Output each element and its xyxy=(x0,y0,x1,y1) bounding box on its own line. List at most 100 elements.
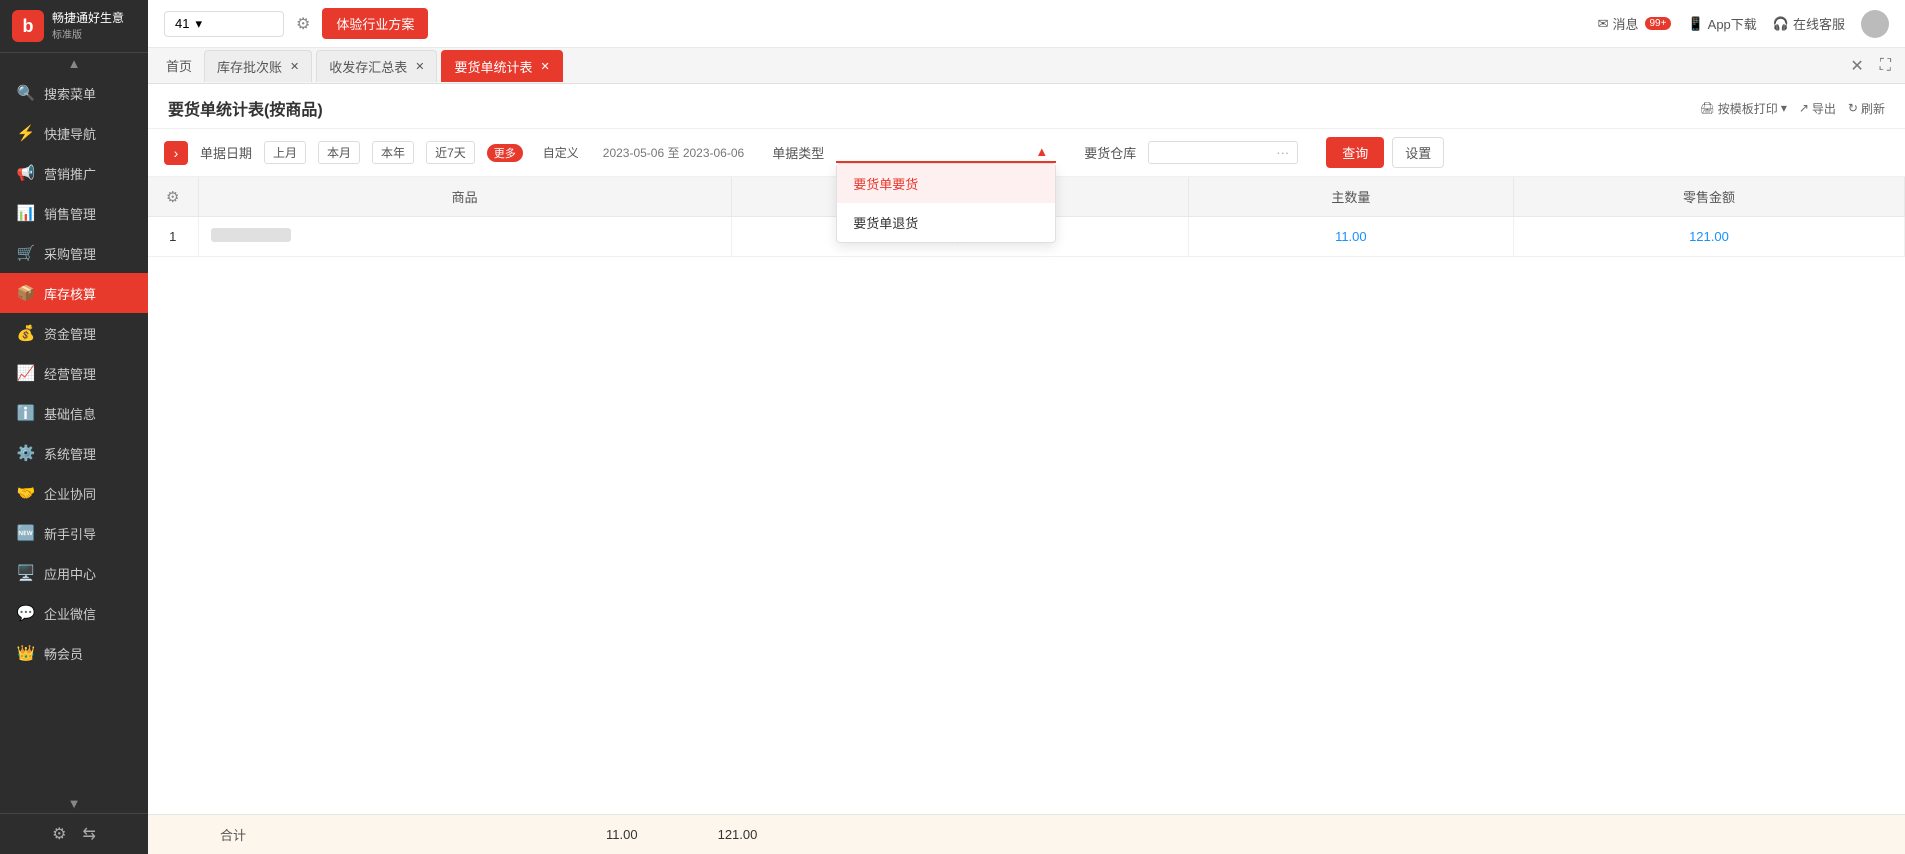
type-select-box[interactable]: ▲ xyxy=(836,142,1056,163)
tab-home[interactable]: 首页 xyxy=(158,50,200,81)
table-gear-icon[interactable]: ⚙ xyxy=(166,189,179,206)
action-bar: 查询 设置 xyxy=(1326,137,1444,168)
nav-icon-13: 💬 xyxy=(16,603,36,623)
topbar-right: ✉ 消息 99+ 📱 App下载 🎧 在线客服 xyxy=(1598,10,1889,38)
nav-icon-12: 🖥️ xyxy=(16,563,36,583)
sidebar-item-5[interactable]: 📦 库存核算 xyxy=(0,273,148,313)
date-range-display: 2023-05-06 至 2023-06-06 xyxy=(603,144,744,161)
collapse-btn[interactable]: ⇆ xyxy=(74,820,103,848)
th-qty: 主数量 xyxy=(1188,177,1513,217)
sidebar: b 畅捷通好生意 标准版 ▲ 🔍 搜索菜单 ⚡ 快捷导航 📢 营销推广 📊 销售… xyxy=(0,0,148,854)
type-select-wrapper: ▲ 要货单要货 要货单退货 xyxy=(836,142,1056,163)
sidebar-item-9[interactable]: ⚙️ 系统管理 xyxy=(0,433,148,473)
warehouse-label: 要货仓库 xyxy=(1084,143,1136,162)
nav-label-3: 销售管理 xyxy=(44,204,96,223)
tabbar: 首页库存批次账✕收发存汇总表✕ 要货单统计表 ✕ ✕ ⛶ xyxy=(148,48,1905,84)
sidebar-item-7[interactable]: 📈 经营管理 xyxy=(0,353,148,393)
content-area: 要货单统计表(按商品) 🖨 按模板打印 ▾ ↗ 导出 ↻ 刷新 › xyxy=(148,84,1905,854)
query-btn[interactable]: 查询 xyxy=(1326,137,1384,168)
sidebar-item-11[interactable]: 🆕 新手引导 xyxy=(0,513,148,553)
nav-label-10: 企业协同 xyxy=(44,484,96,503)
nav-icon-2: 📢 xyxy=(16,163,36,183)
sidebar-item-1[interactable]: ⚡ 快捷导航 xyxy=(0,113,148,153)
sidebar-item-10[interactable]: 🤝 企业协同 xyxy=(0,473,148,513)
tab-3[interactable]: 要货单统计表 ✕ xyxy=(441,50,562,82)
window-controls: ✕ ⛶ xyxy=(1846,56,1895,76)
type-dropdown: 要货单要货 要货单退货 xyxy=(836,163,1056,243)
sidebar-item-0[interactable]: 🔍 搜索菜单 xyxy=(0,73,148,113)
date-this-year-btn[interactable]: 本年 xyxy=(372,141,414,164)
headset-icon: 🎧 xyxy=(1773,16,1789,32)
refresh-btn[interactable]: ↻ 刷新 xyxy=(1848,100,1885,117)
settings-icon[interactable]: ⚙ xyxy=(44,820,74,848)
export-btn[interactable]: ↗ 导出 xyxy=(1799,100,1836,117)
cell-amount-0: 121.00 xyxy=(1513,217,1904,257)
settings-topbar-icon[interactable]: ⚙ xyxy=(296,14,310,34)
tab-2[interactable]: 收发存汇总表✕ xyxy=(316,50,437,82)
main-area: 41 ▾ ⚙ 体验行业方案 ✉ 消息 99+ 📱 App下载 🎧 在线客服 xyxy=(148,0,1905,854)
nav-label-14: 畅会员 xyxy=(44,644,83,663)
logo-sub: 标准版 xyxy=(52,26,124,41)
export-icon: ↗ xyxy=(1799,101,1809,115)
message-icon: ✉ xyxy=(1598,16,1609,32)
message-btn[interactable]: ✉ 消息 99+ xyxy=(1598,14,1672,33)
avatar[interactable] xyxy=(1861,10,1889,38)
nav-label-8: 基础信息 xyxy=(44,404,96,423)
filter-expand-btn[interactable]: › xyxy=(164,141,188,165)
tab-close-2[interactable]: ✕ xyxy=(415,60,424,73)
sidebar-item-3[interactable]: 📊 销售管理 xyxy=(0,193,148,233)
date-upper-btn[interactable]: 上月 xyxy=(264,141,306,164)
sidebar-scroll-up[interactable]: ▲ xyxy=(0,53,148,73)
nav-icon-9: ⚙️ xyxy=(16,443,36,463)
date-more-btn[interactable]: 更多 xyxy=(487,144,523,162)
print-btn[interactable]: 🖨 按模板打印 ▾ xyxy=(1700,100,1787,117)
cell-index-0: 1 xyxy=(148,217,198,257)
sidebar-nav: 🔍 搜索菜单 ⚡ 快捷导航 📢 营销推广 📊 销售管理 🛒 采购管理 📦 库存核… xyxy=(0,73,148,793)
nav-label-2: 营销推广 xyxy=(44,164,96,183)
nav-icon-5: 📦 xyxy=(16,283,36,303)
print-icon: 🖨 xyxy=(1700,101,1715,115)
nav-label-12: 应用中心 xyxy=(44,564,96,583)
dropdown-item-1[interactable]: 要货单退货 xyxy=(837,203,1055,242)
tab-label-3: 要货单统计表 xyxy=(454,57,532,76)
type-select-arrow: ▲ xyxy=(1035,144,1048,159)
tab-close-1[interactable]: ✕ xyxy=(290,60,299,73)
sidebar-item-14[interactable]: 👑 畅会员 xyxy=(0,633,148,673)
date-last7-btn[interactable]: 近7天 xyxy=(426,141,475,164)
tab-1[interactable]: 库存批次账✕ xyxy=(204,50,312,82)
nav-icon-0: 🔍 xyxy=(16,83,36,103)
logo-title: 畅捷通好生意 xyxy=(52,11,124,27)
nav-label-9: 系统管理 xyxy=(44,444,96,463)
page-header: 要货单统计表(按商品) 🖨 按模板打印 ▾ ↗ 导出 ↻ 刷新 xyxy=(148,84,1905,129)
sidebar-item-13[interactable]: 💬 企业微信 xyxy=(0,593,148,633)
industry-btn[interactable]: 体验行业方案 xyxy=(322,8,428,39)
sidebar-item-12[interactable]: 🖥️ 应用中心 xyxy=(0,553,148,593)
app-download-btn[interactable]: 📱 App下载 xyxy=(1687,14,1756,33)
nav-label-0: 搜索菜单 xyxy=(44,84,96,103)
maximize-window-btn[interactable]: ⛶ xyxy=(1876,57,1895,75)
nav-label-6: 资金管理 xyxy=(44,324,96,343)
chevron-down-icon: ▾ xyxy=(1781,101,1787,115)
date-label: 单据日期 xyxy=(200,143,252,162)
company-selector[interactable]: 41 ▾ xyxy=(164,11,284,37)
warehouse-select-box[interactable]: ··· xyxy=(1148,141,1298,164)
tab-close-3[interactable]: ✕ xyxy=(541,60,550,73)
date-custom-btn[interactable]: 自定义 xyxy=(535,142,587,163)
topbar-left: 41 ▾ ⚙ 体验行业方案 xyxy=(164,8,428,39)
sidebar-item-8[interactable]: ℹ️ 基础信息 xyxy=(0,393,148,433)
sidebar-item-6[interactable]: 💰 资金管理 xyxy=(0,313,148,353)
sidebar-scroll-down[interactable]: ▼ xyxy=(0,793,148,813)
nav-icon-14: 👑 xyxy=(16,643,36,663)
nav-label-7: 经营管理 xyxy=(44,364,96,383)
sidebar-item-4[interactable]: 🛒 采购管理 xyxy=(0,233,148,273)
nav-icon-4: 🛒 xyxy=(16,243,36,263)
dropdown-item-0[interactable]: 要货单要货 xyxy=(837,164,1055,203)
app-logo: b 畅捷通好生意 标准版 xyxy=(0,0,148,53)
online-service-btn[interactable]: 🎧 在线客服 xyxy=(1773,14,1845,33)
close-window-btn[interactable]: ✕ xyxy=(1846,56,1867,76)
setting-btn[interactable]: 设置 xyxy=(1392,137,1444,168)
sidebar-item-2[interactable]: 📢 营销推广 xyxy=(0,153,148,193)
th-amount: 零售金额 xyxy=(1513,177,1904,217)
logo-icon: b xyxy=(12,10,44,42)
date-this-month-btn[interactable]: 本月 xyxy=(318,141,360,164)
